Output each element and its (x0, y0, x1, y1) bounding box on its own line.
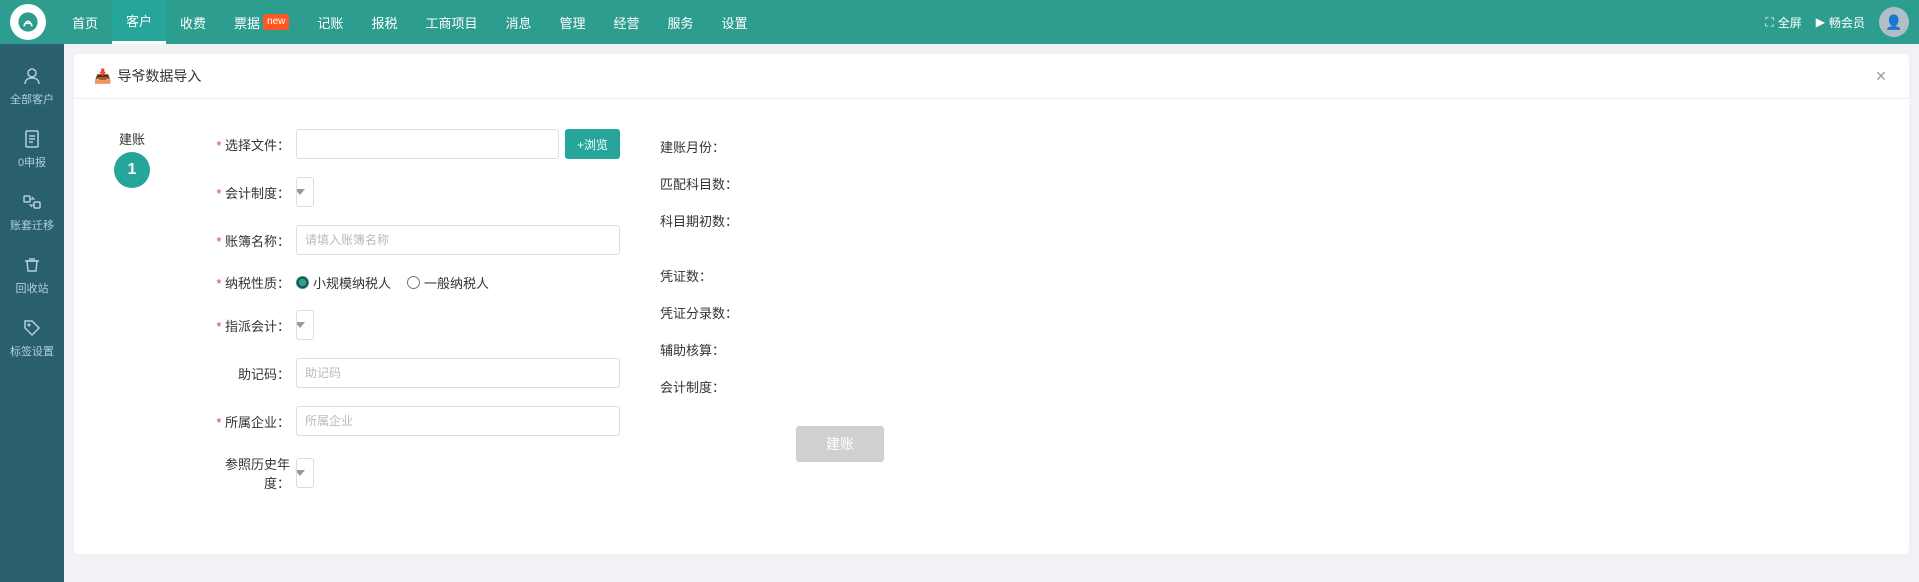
new-badge: new (263, 14, 289, 30)
general-taxpayer-radio[interactable] (407, 276, 420, 289)
step-label: 建账 (119, 129, 145, 148)
nav-bookkeeping[interactable]: 记账 (303, 0, 357, 44)
ledger-name-row: 账簿名称： (200, 225, 620, 255)
accountant-row: 指派会计： (200, 310, 620, 340)
nav-fees[interactable]: 收费 (166, 0, 220, 44)
close-button[interactable]: × (1869, 64, 1893, 88)
user-icon (20, 64, 44, 88)
nav-clients[interactable]: 客户 (112, 0, 166, 44)
build-month-label: 建账月份： (660, 137, 725, 156)
sidebar-item-recycle[interactable]: 回收站 (0, 243, 64, 306)
match-subjects-label: 匹配科目数： (660, 174, 738, 193)
file-input[interactable] (296, 129, 559, 159)
nav-services[interactable]: 服务 (654, 0, 708, 44)
avatar[interactable]: 👤 (1879, 7, 1909, 37)
accounting-system-row: 会计制度： (200, 177, 620, 207)
company-input[interactable] (296, 406, 620, 436)
avatar-icon: 👤 (1885, 14, 1902, 31)
tax-type-label: 纳税性质： (200, 273, 290, 292)
history-year-label: 参照历史年度： (200, 454, 290, 492)
fullscreen-icon: ⛶ (1765, 15, 1773, 30)
accounting-system-label: 会计制度： (200, 183, 290, 202)
panel-header: 📥 导爷数据导入 (74, 54, 1909, 99)
top-navigation: 首页 客户 收费 票据 new 记账 报税 工商项目 消息 管理 经营 服务 设… (0, 0, 1919, 44)
match-subjects-row: 匹配科目数： (660, 174, 1020, 193)
period-initial-row: 科目期初数： (660, 211, 1020, 230)
trash-icon (20, 253, 44, 277)
form-right: 建账月份： 匹配科目数： 科目期初数： 凭证数： 凭证分录数： (660, 129, 1020, 510)
history-year-row: 参照历史年度： (200, 454, 620, 492)
transfer-icon (20, 190, 44, 214)
app-logo (10, 4, 46, 40)
play-icon: ▶ (1816, 15, 1825, 29)
ledger-name-label: 账簿名称： (200, 231, 290, 250)
panel: 📥 导爷数据导入 × 建账 1 选择文件： (74, 54, 1909, 554)
build-month-row: 建账月份： (660, 137, 1020, 156)
fullscreen-button[interactable]: ⛶ 全屏 (1765, 14, 1801, 31)
form-left: 选择文件： +浏览 会计制度： (200, 129, 620, 510)
memo-row: 助记码： (200, 358, 620, 388)
accountant-select[interactable] (296, 310, 314, 340)
voucher-records-row: 凭证分录数： (660, 303, 1020, 322)
memo-label: 助记码： (200, 364, 290, 383)
nav-items: 首页 客户 收费 票据 new 记账 报税 工商项目 消息 管理 经营 服务 设… (58, 0, 1765, 44)
content-area: 📥 导爷数据导入 × 建账 1 选择文件： (64, 44, 1919, 582)
nav-business-projects[interactable]: 工商项目 (411, 0, 491, 44)
accountant-wrapper (296, 310, 620, 340)
file-icon (20, 127, 44, 151)
sidebar-item-account-migrate[interactable]: 账套迁移 (0, 180, 64, 243)
period-initial-label: 科目期初数： (660, 211, 738, 230)
history-year-select[interactable] (296, 458, 314, 488)
tax-type-row: 纳税性质： 小规模纳税人 一般纳税人 (200, 273, 620, 292)
panel-title: 导爷数据导入 (117, 66, 201, 86)
nav-tickets[interactable]: 票据 new (220, 0, 303, 44)
form-area: 建账 1 选择文件： +浏览 会计制度： (74, 99, 1909, 540)
voucher-count-row: 凭证数： (660, 266, 1020, 285)
small-taxpayer-radio[interactable] (296, 276, 309, 289)
sidebar-item-all-clients[interactable]: 全部客户 (0, 54, 64, 117)
small-taxpayer-option[interactable]: 小规模纳税人 (296, 273, 391, 292)
nav-tax[interactable]: 报税 (357, 0, 411, 44)
aux-accounting-label: 辅助核算： (660, 340, 725, 359)
company-label: 所属企业： (200, 412, 290, 431)
memo-input[interactable] (296, 358, 620, 388)
right-accounting-system-row: 会计制度： (660, 377, 1020, 396)
ledger-name-input[interactable] (296, 225, 620, 255)
accounting-system-select[interactable] (296, 177, 314, 207)
accountant-label: 指派会计： (200, 316, 290, 335)
aux-accounting-row: 辅助核算： (660, 340, 1020, 359)
build-account-button[interactable]: 建账 (796, 426, 884, 462)
main-layout: 全部客户 0申报 账套迁移 (0, 44, 1919, 582)
history-year-wrapper (296, 458, 620, 488)
nav-home[interactable]: 首页 (58, 0, 112, 44)
voucher-count-label: 凭证数： (660, 266, 712, 285)
nav-operations[interactable]: 经营 (600, 0, 654, 44)
tag-icon (20, 316, 44, 340)
accounting-system-wrapper (296, 177, 620, 207)
sidebar: 全部客户 0申报 账套迁移 (0, 44, 64, 582)
sidebar-item-declare[interactable]: 0申报 (0, 117, 64, 180)
right-accounting-system-label: 会计制度： (660, 377, 725, 396)
member-button[interactable]: ▶ 畅会员 (1816, 14, 1865, 31)
sidebar-item-tag-settings[interactable]: 标签设置 (0, 306, 64, 369)
tax-type-radio-group: 小规模纳税人 一般纳税人 (296, 273, 620, 292)
file-row: 选择文件： +浏览 (200, 129, 620, 159)
browse-button[interactable]: +浏览 (565, 129, 620, 159)
voucher-records-label: 凭证分录数： (660, 303, 738, 322)
general-taxpayer-option[interactable]: 一般纳税人 (407, 273, 489, 292)
nav-right: ⛶ 全屏 ▶ 畅会员 👤 (1765, 7, 1909, 37)
import-icon: 📥 (94, 68, 111, 85)
nav-settings[interactable]: 设置 (708, 0, 762, 44)
company-row: 所属企业： (200, 406, 620, 436)
file-label: 选择文件： (200, 135, 290, 154)
nav-messages[interactable]: 消息 (491, 0, 545, 44)
step-circle: 1 (114, 152, 150, 188)
nav-management[interactable]: 管理 (545, 0, 599, 44)
step-indicator: 建账 1 (114, 129, 150, 510)
